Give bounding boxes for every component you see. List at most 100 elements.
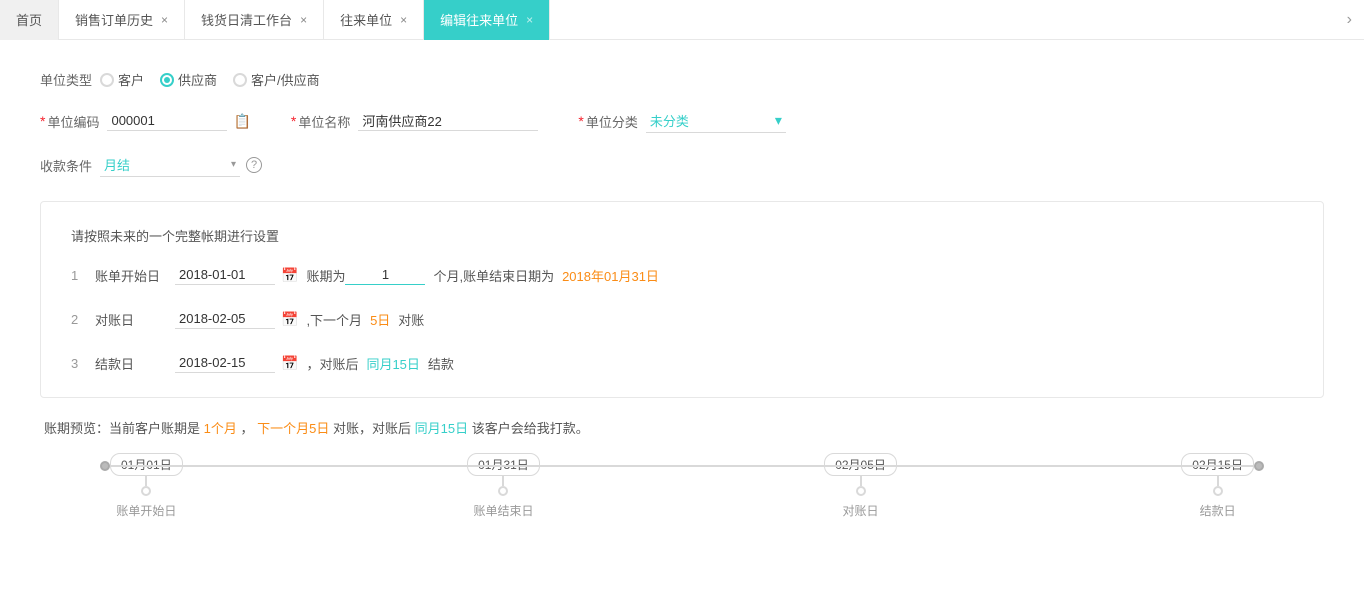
timeline-connector-4: [1217, 476, 1219, 486]
unit-type-radio-group: 客户 供应商 客户/供应商: [100, 70, 320, 89]
period-row-3: 3 结款日 📅 ，对账后 同月15日 结款: [71, 353, 1293, 373]
payment-terms-row: 收款条件 月结 ▾ ?: [40, 153, 1324, 177]
name-input[interactable]: [358, 111, 538, 131]
payment-date-calendar-icon[interactable]: 📅: [281, 355, 298, 372]
timeline-line: [110, 465, 1254, 467]
payment-terms-value: 月结: [104, 155, 227, 174]
timeline-label-2: 账单结束日: [473, 502, 533, 519]
radio-customer[interactable]: 客户: [100, 70, 144, 89]
timeline-right-dot: [1254, 461, 1264, 471]
radio-supplier[interactable]: 供应商: [160, 70, 217, 89]
months-input[interactable]: [345, 265, 425, 285]
tab-bar: 首页 销售订单历史 × 钱货日清工作台 × 往来单位 × 编辑往来单位 × ›: [0, 0, 1364, 40]
unit-type-row: 单位类型 客户 供应商 客户/供应商: [40, 70, 1324, 89]
period-label-3: 结款日: [95, 354, 175, 373]
tab-cash-work[interactable]: 钱货日清工作台 ×: [185, 0, 324, 40]
timeline-connector-2: [502, 476, 504, 486]
timeline-section: 01月01日 账单开始日 01月31日 账单结束日 02月05日 对账日 02月…: [40, 461, 1324, 519]
tab-partners-label: 往来单位: [340, 10, 392, 29]
preview-months: 1个月: [204, 421, 237, 436]
main-content: 单位类型 客户 供应商 客户/供应商 * 单位编码 📋 * 单位名称: [0, 40, 1364, 608]
period-num-3: 3: [71, 356, 95, 371]
period-label-1: 账单开始日: [95, 266, 175, 285]
category-label: 单位分类: [586, 112, 638, 131]
preview-end: 该客户会给我打款。: [472, 421, 589, 436]
radio-supplier-label: 供应商: [178, 70, 217, 89]
timeline-label-3: 对账日: [843, 502, 879, 519]
payment-terms-arrow: ▾: [231, 159, 236, 170]
period-end-date: 2018年01月31日: [562, 266, 659, 285]
period-months-unit: 个月,账单结束日期为: [433, 266, 554, 285]
preview-comma1: ，: [241, 421, 254, 436]
tab-edit-partner-label: 编辑往来单位: [440, 10, 518, 29]
tab-sales-history[interactable]: 销售订单历史 ×: [59, 0, 185, 40]
code-name-category-row: * 单位编码 📋 * 单位名称 * 单位分类 未分类 ▾: [40, 109, 1324, 133]
radio-both-circle: [233, 73, 247, 87]
tab-home-label: 首页: [16, 10, 42, 29]
preview-reconcile-day: 下一个月5日: [257, 421, 329, 436]
timeline-left-endpoint: [100, 461, 110, 471]
period-num-1: 1: [71, 268, 95, 283]
radio-both[interactable]: 客户/供应商: [233, 70, 320, 89]
timeline-dot-2: [498, 486, 508, 496]
category-value: 未分类: [650, 111, 775, 130]
tab-expand-button[interactable]: ›: [1335, 0, 1364, 40]
name-required: *: [291, 113, 296, 129]
timeline-connector-3: [860, 476, 862, 486]
radio-both-label: 客户/供应商: [251, 70, 320, 89]
payment-terms-select[interactable]: 月结 ▾: [100, 153, 240, 177]
period-months-label: 账期为: [306, 266, 345, 285]
category-required: *: [578, 113, 583, 129]
start-date-calendar-icon[interactable]: 📅: [281, 267, 298, 284]
payment-date-input[interactable]: [175, 353, 275, 373]
tab-sales-history-label: 销售订单历史: [75, 10, 153, 29]
code-input[interactable]: [107, 111, 227, 131]
reconcile-date-input[interactable]: [175, 309, 275, 329]
payment-highlight: 同月15日: [366, 354, 419, 373]
timeline-dot-4: [1213, 486, 1223, 496]
reconcile-date-calendar-icon[interactable]: 📅: [281, 311, 298, 328]
category-dropdown-icon: ▾: [775, 112, 782, 129]
reconcile-highlight: 5日: [370, 310, 390, 329]
timeline-left-dot: [100, 461, 110, 471]
period-num-2: 2: [71, 312, 95, 327]
timeline-label-4: 结款日: [1200, 502, 1236, 519]
tab-cash-work-close[interactable]: ×: [300, 13, 307, 27]
preview-middle: 对账，对账后: [333, 421, 411, 436]
tab-home[interactable]: 首页: [0, 0, 59, 40]
tab-partners-close[interactable]: ×: [400, 13, 407, 27]
start-date-input[interactable]: [175, 265, 275, 285]
code-required: *: [40, 113, 45, 129]
reconcile-note-prefix: ,下一个月: [306, 310, 362, 329]
payment-terms-label: 收款条件: [40, 156, 92, 175]
period-row-2: 2 对账日 📅 ,下一个月 5日 对账: [71, 309, 1293, 329]
reconcile-note-suffix: 对账: [398, 310, 424, 329]
preview-payment-day: 同月15日: [415, 421, 468, 436]
tab-cash-work-label: 钱货日清工作台: [201, 10, 292, 29]
code-field-group: * 单位编码 📋: [40, 111, 251, 131]
name-field-group: * 单位名称: [291, 111, 538, 131]
period-label-2: 对账日: [95, 310, 175, 329]
tab-sales-history-close[interactable]: ×: [161, 13, 168, 27]
category-field-group: * 单位分类 未分类 ▾: [578, 109, 785, 133]
radio-customer-circle: [100, 73, 114, 87]
radio-customer-label: 客户: [118, 70, 144, 89]
timeline-dot-1: [141, 486, 151, 496]
preview-label: 账期预览：当前客户账期是: [44, 421, 200, 436]
period-title: 请按照未来的一个完整帐期进行设置: [71, 226, 1293, 245]
name-label: 单位名称: [298, 112, 350, 131]
payment-terms-help-icon[interactable]: ?: [246, 157, 262, 173]
preview-section: 账期预览：当前客户账期是 1个月 ， 下一个月5日 对账，对账后 同月15日 该…: [40, 418, 1324, 437]
period-row-1: 1 账单开始日 📅 账期为 个月,账单结束日期为 2018年01月31日: [71, 265, 1293, 285]
tab-partners[interactable]: 往来单位 ×: [324, 0, 424, 40]
tab-edit-partner[interactable]: 编辑往来单位 ×: [424, 0, 550, 40]
code-calendar-icon[interactable]: 📋: [233, 113, 250, 130]
timeline-right-endpoint: [1254, 461, 1264, 471]
timeline-label-1: 账单开始日: [116, 502, 176, 519]
period-settings-box: 请按照未来的一个完整帐期进行设置 1 账单开始日 📅 账期为 个月,账单结束日期…: [40, 201, 1324, 398]
unit-type-label: 单位类型: [40, 70, 92, 89]
category-select[interactable]: 未分类 ▾: [646, 109, 786, 133]
radio-supplier-circle: [160, 73, 174, 87]
code-label: 单位编码: [47, 112, 99, 131]
tab-edit-partner-close[interactable]: ×: [526, 13, 533, 27]
